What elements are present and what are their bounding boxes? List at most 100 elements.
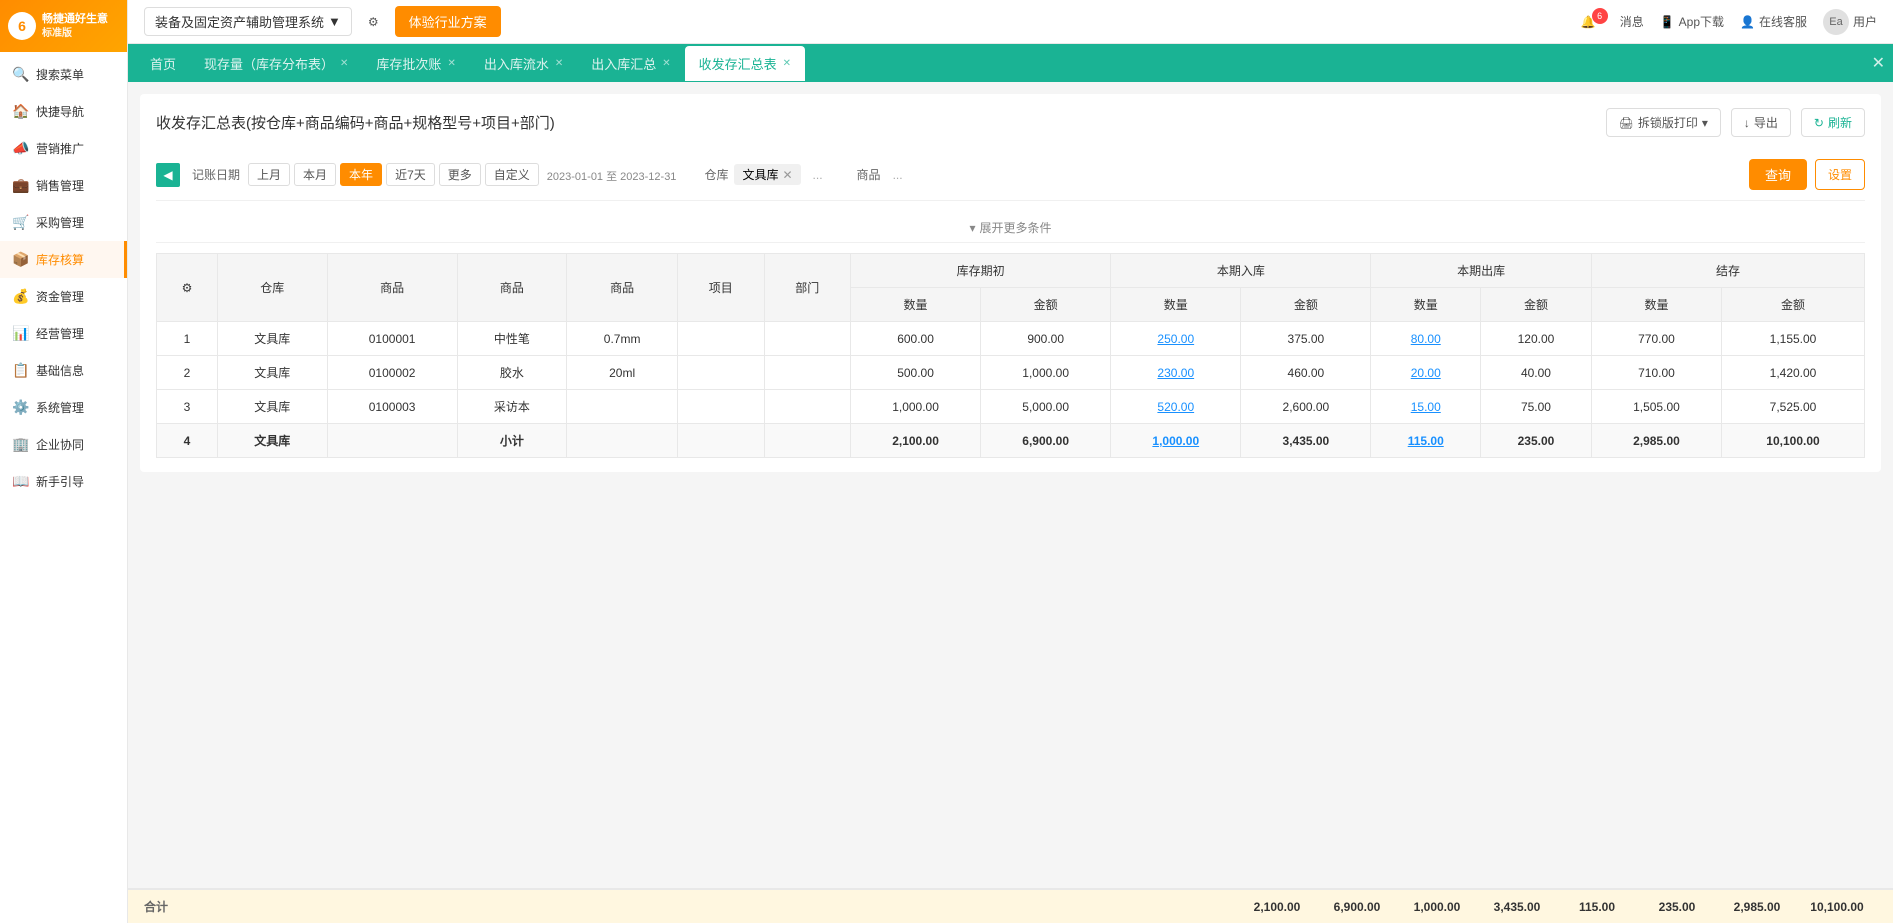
content-card: 收发存汇总表(按仓库+商品编码+商品+规格型号+项目+部门) 🖨 拆锁版打印 ▾… xyxy=(140,94,1881,472)
th-opening-amt: 金额 xyxy=(981,288,1111,322)
th-opening-group: 库存期初 xyxy=(851,254,1111,288)
tab-close-inout-summary[interactable]: ✕ xyxy=(662,58,670,69)
sidebar-item-marketing[interactable]: 📣 营销推广 xyxy=(0,130,127,167)
sidebar-item-quicknav[interactable]: 🏠 快捷导航 xyxy=(0,93,127,130)
cell-project-row-3 xyxy=(678,390,764,424)
cell-goods-code-row-3: 0100003 xyxy=(327,390,457,424)
link-out-qty[interactable]: 20.00 xyxy=(1411,366,1441,380)
settings-small-button[interactable]: 设置 xyxy=(1815,159,1865,190)
tab-recv-send[interactable]: 收发存汇总表 ✕ xyxy=(685,46,805,81)
settings-button[interactable]: ⚙ xyxy=(364,11,383,33)
refresh-button[interactable]: ↻ 刷新 xyxy=(1801,108,1865,137)
experience-btn[interactable]: 体验行业方案 xyxy=(395,6,501,37)
tab-inout-flow[interactable]: 出入库流水 ✕ xyxy=(470,46,577,81)
tab-inout-summary[interactable]: 出入库汇总 ✕ xyxy=(577,46,684,81)
cell-out-qty-row-2[interactable]: 20.00 xyxy=(1371,356,1481,390)
cell-in-qty-row-4[interactable]: 1,000.00 xyxy=(1111,424,1241,458)
footer-in-amt: 3,435.00 xyxy=(1477,900,1557,914)
sidebar-item-inventory[interactable]: 📦 库存核算 xyxy=(0,241,127,278)
tab-batch[interactable]: 库存批次账 ✕ xyxy=(362,46,469,81)
th-settings[interactable]: ⚙ xyxy=(157,254,218,322)
date-btn-last-month[interactable]: 上月 xyxy=(248,163,290,186)
tab-inventory-dist[interactable]: 现存量（库存分布表） ✕ xyxy=(190,46,362,81)
cell-out-qty-row-3[interactable]: 15.00 xyxy=(1371,390,1481,424)
link-out-qty[interactable]: 15.00 xyxy=(1411,400,1441,414)
warehouse-tag-close[interactable]: ✕ xyxy=(782,168,792,182)
dropdown-arrow-icon: ▼ xyxy=(328,14,341,29)
query-button[interactable]: 查询 xyxy=(1749,159,1807,190)
filter-toggle-btn[interactable]: ◀ xyxy=(156,163,180,187)
sidebar-item-system[interactable]: ⚙️ 系统管理 xyxy=(0,389,127,426)
cell-opening-qty-row-4: 2,100.00 xyxy=(851,424,981,458)
cell-closing-amt-row-2: 1,420.00 xyxy=(1722,356,1865,390)
tab-close-inout-flow[interactable]: ✕ xyxy=(555,58,563,69)
cell-warehouse-row-3: 文具库 xyxy=(218,390,328,424)
date-btn-this-month[interactable]: 本月 xyxy=(294,163,336,186)
topbar-left: 装备及固定资产辅助管理系统 ▼ ⚙ 体验行业方案 xyxy=(144,6,501,37)
sidebar-item-search[interactable]: 🔍 搜索菜单 xyxy=(0,56,127,93)
notification-item[interactable]: 🔔 6 消息 xyxy=(1581,13,1644,30)
print-button[interactable]: 🖨 拆锁版打印 ▾ xyxy=(1606,108,1721,137)
date-btn-7days[interactable]: 近7天 xyxy=(386,163,435,186)
th-in-group: 本期入库 xyxy=(1111,254,1371,288)
warehouse-tag: 文具库 ✕ xyxy=(734,164,800,185)
close-all-tabs[interactable]: ✕ xyxy=(1872,53,1885,73)
th-goods-spec: 商品 xyxy=(567,254,678,322)
newbie-icon: 📖 xyxy=(12,473,30,490)
tab-close-batch[interactable]: ✕ xyxy=(447,58,455,69)
expand-more-btn[interactable]: ▾ 展开更多条件 xyxy=(969,219,1051,236)
th-department: 部门 xyxy=(764,254,850,322)
notification-badge: 6 xyxy=(1592,8,1608,24)
link-out-qty[interactable]: 80.00 xyxy=(1411,332,1441,346)
app-download-item[interactable]: 📱 App下载 xyxy=(1660,13,1724,30)
tab-close-recv-send[interactable]: ✕ xyxy=(783,58,791,69)
link-in-qty[interactable]: 1,000.00 xyxy=(1152,434,1199,448)
sidebar-item-newbie[interactable]: 📖 新手引导 xyxy=(0,463,127,500)
expand-more-section: ▾ 展开更多条件 xyxy=(156,213,1865,243)
table-settings-icon[interactable]: ⚙ xyxy=(182,281,193,295)
cell-department-row-2 xyxy=(764,356,850,390)
marketing-icon: 📣 xyxy=(12,140,30,157)
phone-icon: 📱 xyxy=(1660,15,1675,29)
tab-close-inventory-dist[interactable]: ✕ xyxy=(340,58,348,69)
system-selector[interactable]: 装备及固定资产辅助管理系统 ▼ xyxy=(144,7,352,36)
cell-in-qty-row-2[interactable]: 230.00 xyxy=(1111,356,1241,390)
link-in-qty[interactable]: 230.00 xyxy=(1157,366,1194,380)
sidebar-item-purchase[interactable]: 🛒 采购管理 xyxy=(0,204,127,241)
footer-closing-qty: 2,985.00 xyxy=(1717,900,1797,914)
sidebar-item-finance[interactable]: 💰 资金管理 xyxy=(0,278,127,315)
filter-bar: ◀ 记账日期 上月 本月 本年 近7天 更多 自定义 2023-01-01 至 … xyxy=(156,149,1865,201)
avatar: Ea xyxy=(1823,9,1849,35)
sidebar-item-operations[interactable]: 📊 经营管理 xyxy=(0,315,127,352)
cell-in-qty-row-3[interactable]: 520.00 xyxy=(1111,390,1241,424)
date-btn-this-year[interactable]: 本年 xyxy=(340,163,382,186)
sidebar-item-basicinfo[interactable]: 📋 基础信息 xyxy=(0,352,127,389)
user-item[interactable]: Ea 用户 xyxy=(1823,9,1877,35)
link-out-qty[interactable]: 115.00 xyxy=(1408,434,1444,448)
th-project: 项目 xyxy=(678,254,764,322)
date-btn-more[interactable]: 更多 xyxy=(439,163,481,186)
sidebar: 6 畅捷通好生意 标准版 🔍 搜索菜单 🏠 快捷导航 📣 营销推广 💼 销售管理… xyxy=(0,0,128,923)
goods-label: 商品 xyxy=(857,166,881,183)
footer-total: 合计 2,100.00 6,900.00 1,000.00 3,435.00 1… xyxy=(128,888,1893,923)
link-in-qty[interactable]: 520.00 xyxy=(1157,400,1194,414)
footer-in-qty: 1,000.00 xyxy=(1397,900,1477,914)
sidebar-item-sales[interactable]: 💼 销售管理 xyxy=(0,167,127,204)
cell-in-qty-row-1[interactable]: 250.00 xyxy=(1111,322,1241,356)
cell-out-qty-row-4[interactable]: 115.00 xyxy=(1371,424,1481,458)
chevron-down-icon: ▾ xyxy=(1702,116,1708,130)
cell-out-qty-row-1[interactable]: 80.00 xyxy=(1371,322,1481,356)
date-btn-custom[interactable]: 自定义 xyxy=(485,163,539,186)
cell-department-row-4 xyxy=(764,424,850,458)
tab-home[interactable]: 首页 xyxy=(136,46,190,81)
link-in-qty[interactable]: 250.00 xyxy=(1157,332,1194,346)
export-button[interactable]: ↓ 导出 xyxy=(1731,108,1791,137)
footer-out-amt: 235.00 xyxy=(1637,900,1717,914)
warehouse-filter-more[interactable]: ... xyxy=(807,166,829,184)
online-service-item[interactable]: 👤 在线客服 xyxy=(1740,13,1807,30)
cell-closing-qty-row-3: 1,505.00 xyxy=(1591,390,1721,424)
goods-filter-more[interactable]: ... xyxy=(887,166,909,184)
page-title: 收发存汇总表(按仓库+商品编码+商品+规格型号+项目+部门) xyxy=(156,112,555,133)
cell-opening-amt-row-4: 6,900.00 xyxy=(981,424,1111,458)
sidebar-item-enterprise[interactable]: 🏢 企业协同 xyxy=(0,426,127,463)
